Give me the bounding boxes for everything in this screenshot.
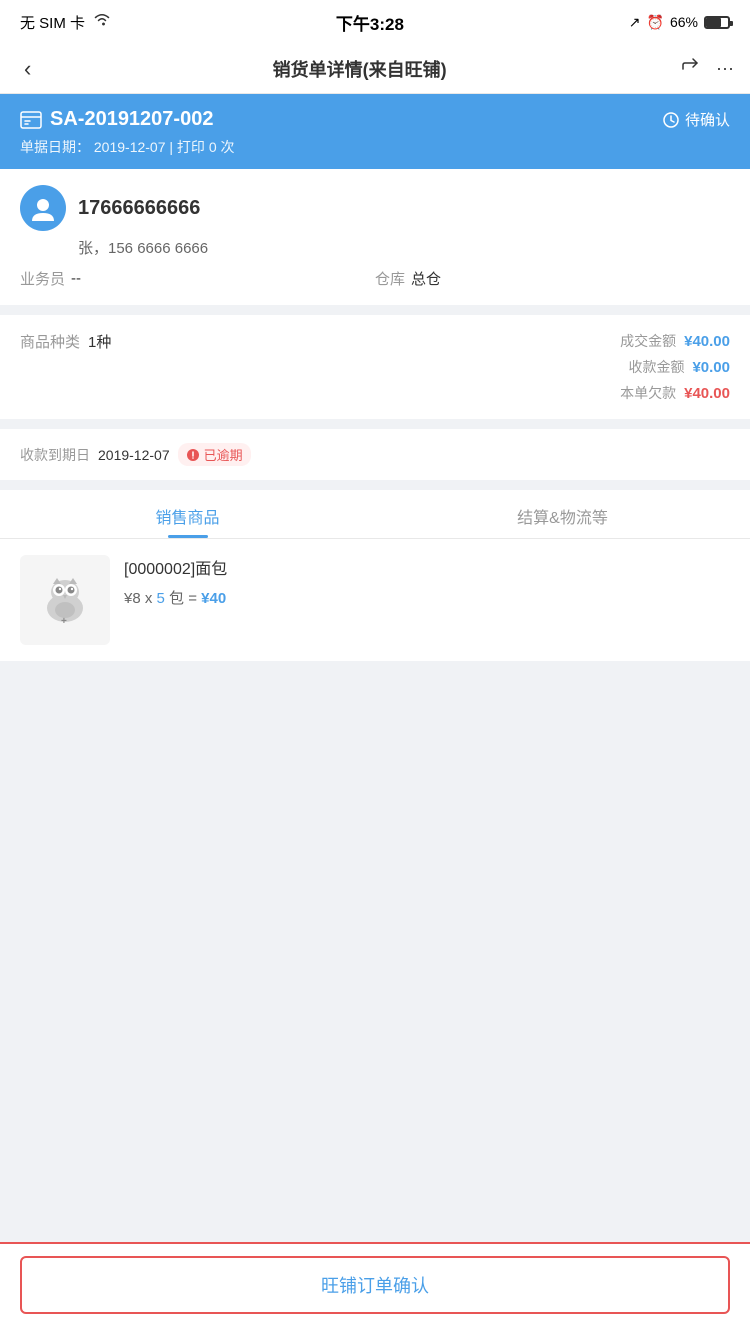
- due-date-value: 2019-12-07: [98, 447, 170, 463]
- warehouse-label: 仓库: [375, 268, 405, 289]
- debt-label: 本单欠款: [620, 383, 676, 403]
- status-bar: 无 SIM 卡 下午3:28 ↗ ⏰ 66%: [0, 0, 750, 44]
- product-name: [0000002]面包: [124, 555, 730, 579]
- page-title: 销货单详情(来自旺铺): [273, 56, 447, 82]
- customer-name: 张，156 6666 6666: [78, 237, 730, 258]
- product-total: ¥40: [201, 590, 226, 607]
- tabs-bar: 销售商品 结算&物流等: [0, 490, 750, 539]
- tab-settlement[interactable]: 结算&物流等: [375, 490, 750, 538]
- battery-icon: [704, 16, 730, 29]
- category-label: 商品种类: [20, 331, 80, 352]
- sales-rep-item: 业务员 --: [20, 268, 375, 289]
- product-calculation: ¥8 x 5 包 = ¥40: [124, 587, 730, 608]
- battery-percent: 66%: [670, 14, 698, 30]
- share-button[interactable]: [680, 56, 700, 81]
- transaction-value: ¥40.00: [684, 333, 730, 350]
- summary-section: 商品种类 1种 成交金额 ¥40.00 收款金额 ¥0.00 本单欠款 ¥40.…: [0, 315, 750, 419]
- svg-text:+: +: [61, 616, 67, 627]
- alarm-icon: ⏰: [647, 14, 664, 31]
- nav-actions: ···: [680, 56, 734, 81]
- customer-phone: 17666666666: [78, 197, 200, 220]
- transaction-amount-row: 成交金额 ¥40.00: [620, 331, 730, 351]
- order-status: 待确认: [663, 109, 730, 130]
- tabs-section: 销售商品 结算&物流等: [0, 490, 750, 539]
- status-time: 下午3:28: [336, 10, 404, 35]
- customer-avatar: [20, 185, 66, 231]
- more-button[interactable]: ···: [716, 58, 734, 79]
- payment-label: 收款金额: [628, 357, 684, 377]
- customer-meta: 业务员 -- 仓库 总仓: [20, 268, 730, 289]
- order-id: SA-20191207-002: [20, 108, 213, 131]
- product-category: 商品种类 1种: [20, 331, 620, 352]
- location-icon: ↗: [629, 14, 641, 31]
- status-text: 待确认: [685, 109, 730, 130]
- product-section: + [0000002]面包 ¥8 x 5 包 = ¥40: [0, 539, 750, 661]
- category-value: 1种: [88, 331, 111, 352]
- wifi-icon: [93, 13, 111, 31]
- nav-bar: ‹ 销货单详情(来自旺铺) ···: [0, 44, 750, 94]
- overdue-text: 已逾期: [204, 445, 243, 464]
- warehouse-value: 总仓: [411, 268, 441, 289]
- product-thumbnail: +: [20, 555, 110, 645]
- payment-value: ¥0.00: [692, 359, 730, 376]
- warehouse-item: 仓库 总仓: [375, 268, 730, 289]
- confirm-order-button[interactable]: 旺铺订单确认: [20, 1256, 730, 1314]
- transaction-label: 成交金额: [620, 331, 676, 351]
- customer-section: 17666666666 张，156 6666 6666 业务员 -- 仓库 总仓: [0, 169, 750, 305]
- order-date: 单据日期： 2019-12-07 | 打印 0 次: [20, 137, 730, 157]
- back-button[interactable]: ‹: [16, 48, 39, 90]
- due-date-section: 收款到期日 2019-12-07 已逾期: [0, 429, 750, 480]
- debt-amount-row: 本单欠款 ¥40.00: [620, 383, 730, 403]
- tab-sales-products[interactable]: 销售商品: [0, 490, 375, 538]
- status-right: ↗ ⏰ 66%: [629, 14, 730, 31]
- sales-rep-value: --: [71, 270, 81, 287]
- debt-value: ¥40.00: [684, 385, 730, 402]
- order-banner: SA-20191207-002 待确认 单据日期： 2019-12-07 | 打…: [0, 94, 750, 169]
- amounts-section: 成交金额 ¥40.00 收款金额 ¥0.00 本单欠款 ¥40.00: [620, 331, 730, 403]
- due-label: 收款到期日: [20, 445, 90, 465]
- overdue-badge: 已逾期: [178, 443, 251, 466]
- carrier-label: 无 SIM 卡: [20, 12, 85, 33]
- content-area: [0, 671, 750, 871]
- bottom-bar: 旺铺订单确认: [0, 1242, 750, 1334]
- status-left: 无 SIM 卡: [20, 12, 111, 33]
- sales-rep-label: 业务员: [20, 268, 65, 289]
- product-qty: 5: [157, 590, 165, 607]
- product-info: [0000002]面包 ¥8 x 5 包 = ¥40: [124, 555, 730, 608]
- payment-amount-row: 收款金额 ¥0.00: [628, 357, 730, 377]
